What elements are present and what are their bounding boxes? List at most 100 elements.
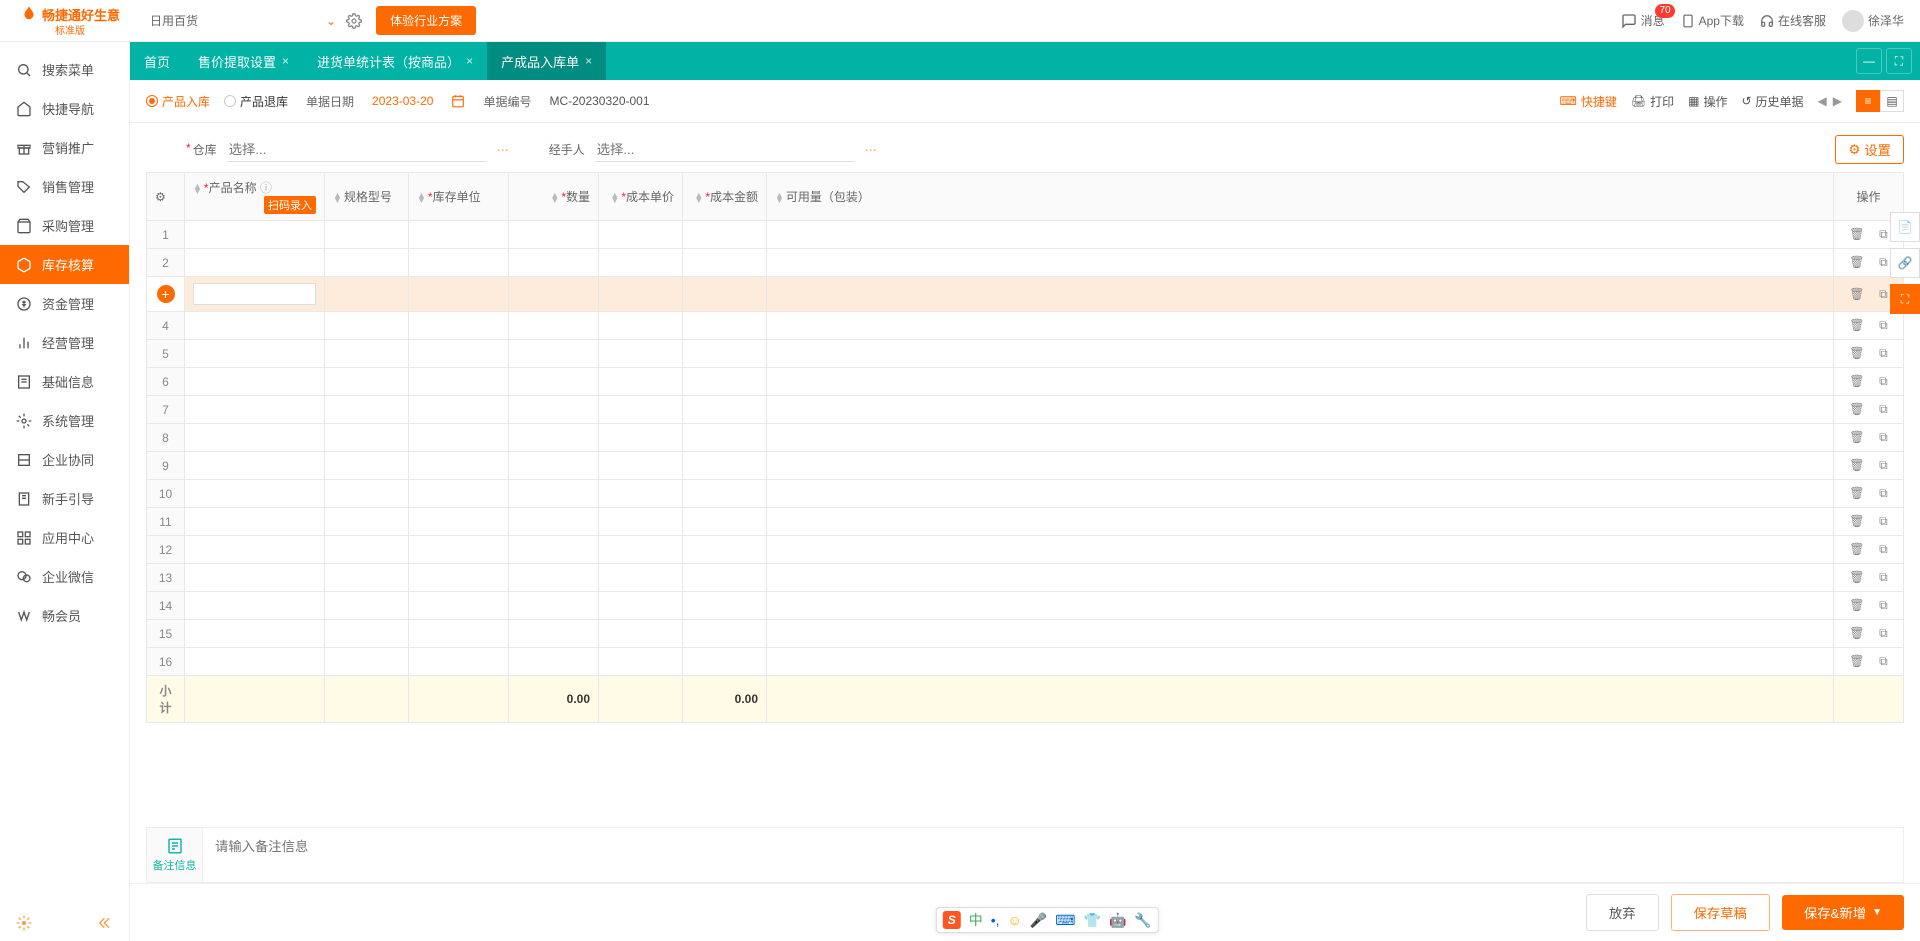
ime-keyboard-icon[interactable]: ⌨ [1055,912,1075,929]
close-icon[interactable]: × [282,54,289,68]
sidebar-collapse-icon[interactable] [97,915,113,931]
prev-record-button[interactable]: ◀ [1818,94,1827,108]
tab-expand-button[interactable]: ⛶ [1886,48,1912,74]
sidebar-item-6[interactable]: 资金管理 [0,284,129,323]
ime-emoji-icon[interactable]: ☺ [1008,912,1022,928]
table-row[interactable]: 10🗑⧉ [147,480,1904,508]
sort-icon[interactable]: ▲▼ [193,184,202,194]
shortcut-link[interactable]: ⌨ 快捷键 [1560,93,1617,110]
copy-icon[interactable]: ⧉ [1879,458,1888,473]
sidebar-item-14[interactable]: 畅会员 [0,596,129,635]
table-row[interactable]: + 🗑 ⧉ [147,277,1904,312]
tab-2[interactable]: 进货单统计表（按商品）× [303,42,487,80]
sidebar-item-5[interactable]: 库存核算 [0,245,129,284]
warehouse-input[interactable] [227,138,487,162]
operate-link[interactable]: ▦ 操作 [1688,93,1727,110]
app-download-link[interactable]: App下载 [1681,12,1744,29]
table-row[interactable]: 5🗑⧉ [147,340,1904,368]
table-row[interactable]: 7🗑⧉ [147,396,1904,424]
save-draft-button[interactable]: 保存草稿 [1671,894,1770,931]
copy-icon[interactable]: ⧉ [1879,227,1888,242]
delete-icon[interactable]: 🗑 [1849,570,1864,585]
tab-3[interactable]: 产成品入库单× [487,42,606,80]
ime-robot-icon[interactable]: 🤖 [1109,912,1126,929]
gear-icon[interactable] [346,13,362,29]
sidebar-item-2[interactable]: 营销推广 [0,128,129,167]
delete-icon[interactable]: 🗑 [1849,318,1864,333]
tab-minimize-button[interactable]: — [1856,48,1882,74]
ime-toolbar[interactable]: S 中 •, ☺ 🎤 ⌨ 👕 🤖 🔧 [936,907,1159,933]
sidebar-item-0[interactable]: 搜索菜单 [0,50,129,89]
online-service-link[interactable]: 在线客服 [1760,12,1826,29]
delete-icon[interactable]: 🗑 [1849,227,1864,242]
rail-expand-button[interactable]: ⛶ [1890,284,1920,314]
tab-0[interactable]: 首页 [130,42,184,80]
table-row[interactable]: 14🗑⧉ [147,592,1904,620]
copy-icon[interactable]: ⧉ [1879,430,1888,445]
remark-input[interactable] [203,828,1903,882]
sidebar-item-10[interactable]: 企业协同 [0,440,129,479]
messages-link[interactable]: 消息 70 [1621,12,1665,29]
delete-icon[interactable]: 🗑 [1849,287,1864,302]
print-link[interactable]: 🖨 打印 [1631,93,1674,110]
delete-icon[interactable]: 🗑 [1849,654,1864,669]
calendar-icon[interactable] [451,94,465,108]
sort-icon[interactable]: ▲▼ [775,193,784,203]
user-menu[interactable]: 徐泽华 [1842,10,1904,32]
table-row[interactable]: 1🗑⧉ [147,221,1904,249]
copy-icon[interactable]: ⧉ [1879,255,1888,270]
product-name-input[interactable] [193,283,316,305]
delete-icon[interactable]: 🗑 [1849,514,1864,529]
table-row[interactable]: 15🗑⧉ [147,620,1904,648]
sidebar-item-9[interactable]: 系统管理 [0,401,129,440]
sidebar-item-7[interactable]: 经营管理 [0,323,129,362]
history-link[interactable]: ↺ 历史单据 [1741,93,1803,110]
delete-icon[interactable]: 🗑 [1849,430,1864,445]
experience-button[interactable]: 体验行业方案 [376,6,476,35]
copy-icon[interactable]: ⧉ [1879,570,1888,585]
delete-icon[interactable]: 🗑 [1849,542,1864,557]
table-row[interactable]: 13🗑⧉ [147,564,1904,592]
sidebar-settings-icon[interactable] [16,915,32,931]
settings-button[interactable]: ⚙ 设置 [1835,135,1904,164]
handler-more-icon[interactable]: ⋯ [865,143,877,157]
ime-skin-icon[interactable]: 👕 [1084,912,1101,929]
copy-icon[interactable]: ⧉ [1879,346,1888,361]
sidebar-item-3[interactable]: 销售管理 [0,167,129,206]
radio-product-in[interactable]: 产品入库 [146,93,210,110]
delete-icon[interactable]: 🗑 [1849,255,1864,270]
copy-icon[interactable]: ⧉ [1879,287,1888,302]
ime-punct-icon[interactable]: •, [991,912,1000,928]
sort-icon[interactable]: ▲▼ [417,193,426,203]
ime-mic-icon[interactable]: 🎤 [1030,912,1047,929]
table-row[interactable]: 4🗑⧉ [147,312,1904,340]
table-row[interactable]: 11🗑⧉ [147,508,1904,536]
copy-icon[interactable]: ⧉ [1879,514,1888,529]
col-settings[interactable]: ⚙ [147,173,185,221]
delete-icon[interactable]: 🗑 [1849,458,1864,473]
close-icon[interactable]: × [466,54,473,68]
delete-icon[interactable]: 🗑 [1849,486,1864,501]
sort-icon[interactable]: ▲▼ [550,193,559,203]
ime-tool-icon[interactable]: 🔧 [1134,912,1151,929]
date-value[interactable]: 2023-03-20 [372,94,433,108]
discard-button[interactable]: 放弃 [1586,894,1659,931]
view-card-button[interactable]: ▤ [1880,90,1904,112]
sidebar-item-8[interactable]: 基础信息 [0,362,129,401]
save-new-button[interactable]: 保存&新增 ▼ [1782,895,1904,930]
copy-icon[interactable]: ⧉ [1879,318,1888,333]
sort-icon[interactable]: ▲▼ [694,193,703,203]
table-row[interactable]: 12🗑⧉ [147,536,1904,564]
help-icon[interactable]: ⓘ [260,181,272,195]
add-row-button[interactable]: + [157,285,175,303]
delete-icon[interactable]: 🗑 [1849,626,1864,641]
table-row[interactable]: 8🗑⧉ [147,424,1904,452]
copy-icon[interactable]: ⧉ [1879,486,1888,501]
scan-button[interactable]: 扫码录入 [264,196,316,214]
copy-icon[interactable]: ⧉ [1879,402,1888,417]
sidebar-item-13[interactable]: 企业微信 [0,557,129,596]
table-row[interactable]: 2🗑⧉ [147,249,1904,277]
delete-icon[interactable]: 🗑 [1849,374,1864,389]
tab-1[interactable]: 售价提取设置× [184,42,303,80]
table-row[interactable]: 9🗑⧉ [147,452,1904,480]
